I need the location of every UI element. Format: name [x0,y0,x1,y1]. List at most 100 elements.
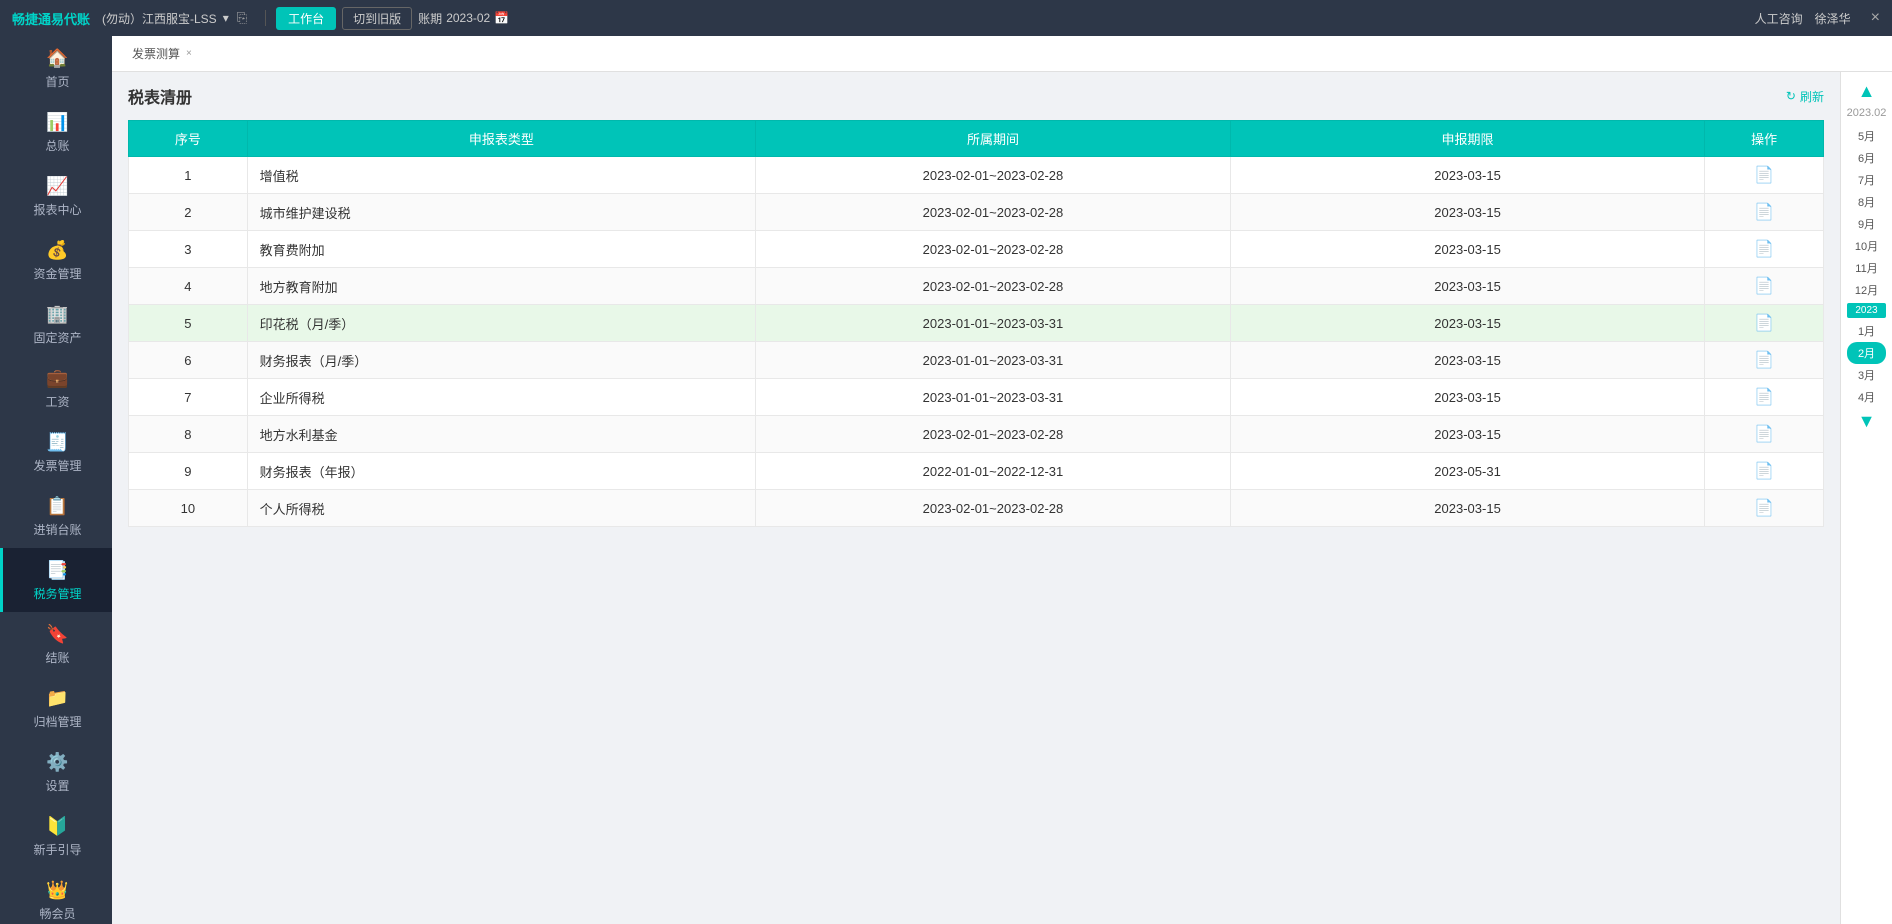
month-item[interactable]: 8月 [1847,191,1886,213]
sidebar-label-settings: 设置 [45,777,69,794]
month-item[interactable]: 3月 [1847,364,1886,386]
sidebar-label-invoice-mgr: 发票管理 [33,457,81,474]
table-row: 2城市维护建设税2023-02-01~2023-02-282023-03-15📄 [129,194,1824,231]
sidebar-item-settings[interactable]: ⚙️ 设置 [0,740,112,804]
col-header-1: 申报表类型 [247,121,756,157]
sidebar-item-member[interactable]: 👑 畅会员 [0,868,112,924]
sidebar-item-settlement[interactable]: 🔖 结账 [0,612,112,676]
month-item[interactable]: 10月 [1847,235,1886,257]
home-icon: 🏠 [46,48,68,69]
sidebar-label-asset: 固定资产 [33,329,81,346]
top-close-button[interactable]: × [1871,9,1880,27]
month-item[interactable]: 9月 [1847,213,1886,235]
company-selector[interactable]: (勿动）江西服宝-LSS ▾ [102,10,229,27]
tax-icon: 📑 [46,560,68,581]
row-deadline: 2023-03-15 [1230,379,1705,416]
row-type: 印花税（月/季） [247,305,756,342]
sidebar-item-tax[interactable]: 📑 税务管理 [0,548,112,612]
table-row: 6财务报表（月/季）2023-01-01~2023-03-312023-03-1… [129,342,1824,379]
row-deadline: 2023-03-15 [1230,194,1705,231]
calendar-icon[interactable]: 📅 [494,11,509,25]
sidebar-item-fund[interactable]: 💰 资金管理 [0,228,112,292]
sidebar-item-home[interactable]: 🏠 首页 [0,36,112,100]
salary-icon: 💼 [46,368,68,389]
doc-icon[interactable]: 📄 [1754,241,1774,258]
copy-icon[interactable]: ⎘ [237,10,247,26]
row-period: 2023-02-01~2023-02-28 [756,268,1231,305]
month-item[interactable]: 1月 [1847,320,1886,342]
row-type: 财务报表（月/季） [247,342,756,379]
tab-invoice-check[interactable]: 发票测算 × [120,39,228,68]
dropdown-icon[interactable]: ▾ [223,11,229,25]
row-deadline: 2023-03-15 [1230,416,1705,453]
row-operation[interactable]: 📄 [1705,194,1824,231]
row-index: 4 [129,268,248,305]
row-operation[interactable]: 📄 [1705,231,1824,268]
row-type: 企业所得税 [247,379,756,416]
row-deadline: 2023-03-15 [1230,231,1705,268]
month-item[interactable]: 11月 [1847,257,1886,279]
sidebar-label-settlement: 结账 [45,649,69,666]
row-operation[interactable]: 📄 [1705,342,1824,379]
switch-old-button[interactable]: 切到旧版 [342,7,412,30]
sidebar-item-guide[interactable]: 🔰 新手引导 [0,804,112,868]
month-item[interactable]: 12月 [1847,279,1886,301]
row-period: 2023-01-01~2023-03-31 [756,305,1231,342]
tab-close-invoice-check[interactable]: × [186,48,192,59]
row-operation[interactable]: 📄 [1705,490,1824,527]
doc-icon[interactable]: 📄 [1754,500,1774,517]
doc-icon[interactable]: 📄 [1754,389,1774,406]
month-item[interactable]: 6月 [1847,147,1886,169]
tab-label-invoice-check: 发票测算 [132,45,180,62]
doc-icon[interactable]: 📄 [1754,352,1774,369]
row-period: 2022-01-01~2022-12-31 [756,453,1231,490]
sidebar-item-archive[interactable]: 📁 归档管理 [0,676,112,740]
sidebar-item-invoice-mgr[interactable]: 🧾 发票管理 [0,420,112,484]
row-operation[interactable]: 📄 [1705,453,1824,490]
fund-icon: 💰 [46,240,68,261]
scroll-down-button[interactable]: ▼ [1855,408,1879,435]
sidebar-label-tax: 税务管理 [33,585,81,602]
row-operation[interactable]: 📄 [1705,416,1824,453]
user-name[interactable]: 徐泽华 [1815,10,1851,27]
sidebar-item-ledger[interactable]: 📊 总账 [0,100,112,164]
sidebar-item-report[interactable]: 📈 报表中心 [0,164,112,228]
row-deadline: 2023-03-15 [1230,305,1705,342]
table-row: 8地方水利基金2023-02-01~2023-02-282023-03-15📄 [129,416,1824,453]
row-operation[interactable]: 📄 [1705,305,1824,342]
row-operation[interactable]: 📄 [1705,268,1824,305]
doc-icon[interactable]: 📄 [1754,426,1774,443]
row-type: 地方教育附加 [247,268,756,305]
row-type: 财务报表（年报） [247,453,756,490]
support-button[interactable]: 人工咨询 [1755,10,1803,27]
doc-icon[interactable]: 📄 [1754,315,1774,332]
row-operation[interactable]: 📄 [1705,379,1824,416]
col-header-4: 操作 [1705,121,1824,157]
main-layout: 🏠 首页 📊 总账 📈 报表中心 💰 资金管理 🏢 固定资产 💼 工资 🧾 发票… [0,36,1892,924]
sidebar-item-salary[interactable]: 💼 工资 [0,356,112,420]
asset-icon: 🏢 [46,304,68,325]
doc-icon[interactable]: 📄 [1754,167,1774,184]
sidebar-label-report: 报表中心 [33,201,81,218]
ledger-icon: 📊 [46,112,68,133]
sidebar-item-input-output[interactable]: 📋 进销台账 [0,484,112,548]
col-header-3: 申报期限 [1230,121,1705,157]
scroll-up-button[interactable]: ▲ [1855,78,1879,105]
doc-icon[interactable]: 📄 [1754,463,1774,480]
sidebar-label-input-output: 进销台账 [33,521,81,538]
month-item[interactable]: 5月 [1847,125,1886,147]
member-icon: 👑 [46,880,68,901]
row-deadline: 2023-05-31 [1230,453,1705,490]
row-type: 教育费附加 [247,231,756,268]
month-item[interactable]: 7月 [1847,169,1886,191]
row-deadline: 2023-03-15 [1230,268,1705,305]
refresh-button[interactable]: ↻ 刷新 [1786,88,1824,105]
workbench-button[interactable]: 工作台 [276,7,336,30]
row-operation[interactable]: 📄 [1705,157,1824,194]
doc-icon[interactable]: 📄 [1754,278,1774,295]
month-item[interactable]: 4月 [1847,386,1886,408]
month-item[interactable]: 2月 [1847,342,1886,364]
row-period: 2023-02-01~2023-02-28 [756,231,1231,268]
doc-icon[interactable]: 📄 [1754,204,1774,221]
sidebar-item-asset[interactable]: 🏢 固定资产 [0,292,112,356]
